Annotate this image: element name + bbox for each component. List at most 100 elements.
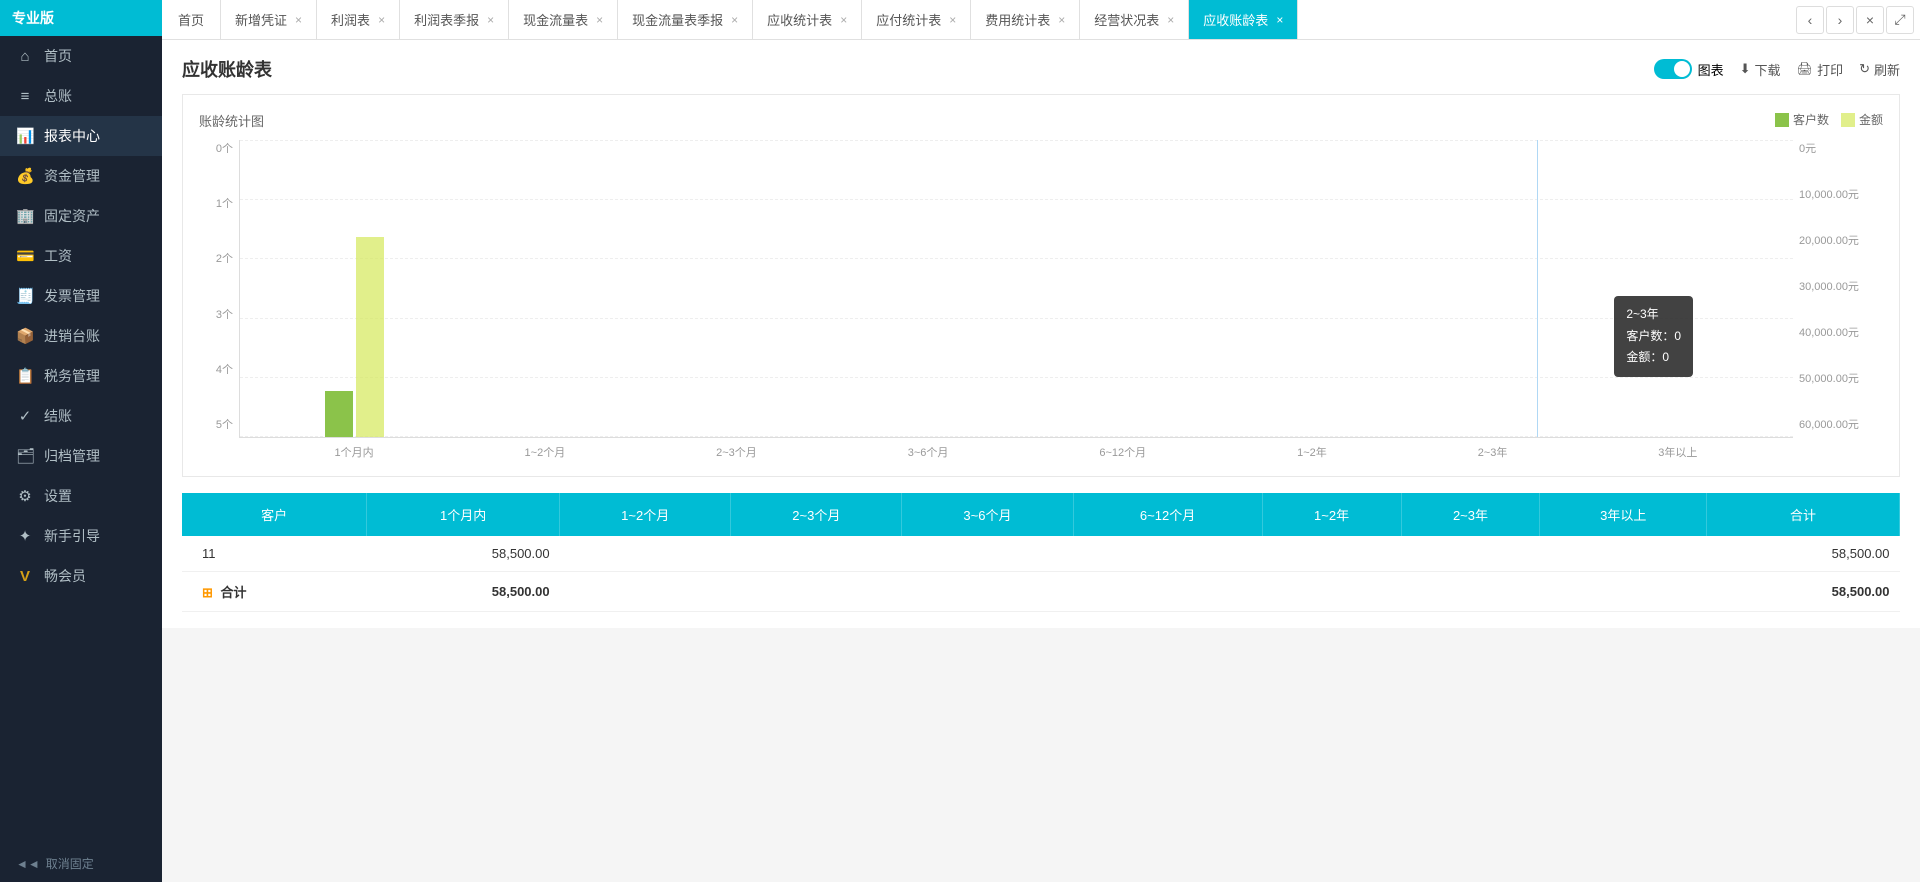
sidebar-item-settings[interactable]: ⚙ 设置 bbox=[0, 476, 162, 516]
sidebar-item-tax[interactable]: 📋 税务管理 bbox=[0, 356, 162, 396]
bar-1m-amount bbox=[356, 237, 384, 437]
td-1m: 58,500.00 bbox=[367, 536, 560, 572]
td-total-label: ⊞ 合计 bbox=[182, 572, 367, 612]
table-header-row: 客户 1个月内 1~2个月 2~3个月 3~6个月 6~12个月 1~2年 2~… bbox=[182, 493, 1900, 536]
sidebar-item-guide-label: 新手引导 bbox=[44, 526, 100, 546]
sidebar-item-salary[interactable]: 💳 工资 bbox=[0, 236, 162, 276]
y-right-50k: 50,000.00元 bbox=[1799, 370, 1859, 386]
tab-close-all-btn[interactable]: × bbox=[1856, 6, 1884, 34]
td-36m bbox=[902, 536, 1073, 572]
tab-profit[interactable]: 利润表 × bbox=[317, 0, 400, 39]
y-axis-right: 60,000.00元 50,000.00元 40,000.00元 30,000.… bbox=[1793, 140, 1883, 460]
sidebar-item-archive[interactable]: 🗂 归档管理 bbox=[0, 436, 162, 476]
th-23m: 2~3个月 bbox=[731, 493, 902, 536]
bars-row bbox=[240, 140, 1793, 437]
sidebar-item-guide[interactable]: ✦ 新手引导 bbox=[0, 516, 162, 556]
tab-receivable-stat[interactable]: 应收统计表 × bbox=[753, 0, 862, 39]
th-612m: 6~12个月 bbox=[1073, 493, 1262, 536]
tab-aging-close[interactable]: × bbox=[1276, 13, 1283, 27]
legend-amount-color bbox=[1841, 113, 1855, 127]
sidebar-item-fund[interactable]: 💰 资金管理 bbox=[0, 156, 162, 196]
tab-receivable-stat-close[interactable]: × bbox=[840, 13, 847, 27]
td-23y bbox=[1401, 536, 1540, 572]
refresh-btn[interactable]: ↻ 刷新 bbox=[1859, 60, 1900, 79]
tab-cashflow[interactable]: 现金流量表 × bbox=[509, 0, 618, 39]
x-label-36m: 3~6个月 bbox=[908, 444, 949, 460]
page-content: 应收账龄表 图表 ⬇ 下载 🖨 打印 bbox=[162, 40, 1920, 882]
download-label: 下载 bbox=[1755, 60, 1781, 79]
tab-profit-quarter[interactable]: 利润表季报 × bbox=[400, 0, 509, 39]
tab-payable-stat[interactable]: 应付统计表 × bbox=[862, 0, 971, 39]
y-right-20k: 20,000.00元 bbox=[1799, 232, 1859, 248]
x-label-12y: 1~2年 bbox=[1297, 444, 1327, 460]
tab-voucher-label: 新增凭证 bbox=[235, 10, 287, 29]
tab-cashflow-quarter[interactable]: 现金流量表季报 × bbox=[618, 0, 753, 39]
th-1m: 1个月内 bbox=[367, 493, 560, 536]
x-label-23y: 2~3年 bbox=[1478, 444, 1508, 460]
legend-amount-label: 金额 bbox=[1859, 111, 1883, 128]
tab-business-label: 经营状况表 bbox=[1094, 10, 1159, 29]
total-icon: ⊞ bbox=[202, 585, 213, 600]
tab-home-label: 首页 bbox=[178, 10, 204, 29]
tab-aging[interactable]: 应收账龄表 × bbox=[1189, 0, 1298, 39]
sidebar-item-settings-label: 设置 bbox=[44, 486, 72, 506]
toggle-track[interactable] bbox=[1654, 59, 1692, 79]
salary-icon: 💳 bbox=[16, 247, 34, 265]
tab-receivable-stat-label: 应收统计表 bbox=[767, 10, 832, 29]
tab-next-btn[interactable]: › bbox=[1826, 6, 1854, 34]
tab-voucher-close[interactable]: × bbox=[295, 13, 302, 27]
tab-bar: 首页 新增凭证 × 利润表 × 利润表季报 × 现金流量表 × 现金流量表季报 … bbox=[162, 0, 1920, 40]
sidebar-logo: 专业版 bbox=[0, 0, 162, 36]
tab-expand-btn[interactable]: ⤢ bbox=[1886, 6, 1914, 34]
download-btn[interactable]: ⬇ 下载 bbox=[1740, 60, 1781, 79]
tab-profit-close[interactable]: × bbox=[378, 13, 385, 27]
th-36m: 3~6个月 bbox=[902, 493, 1073, 536]
td-12y bbox=[1262, 536, 1401, 572]
sidebar-item-home[interactable]: ⌂ 首页 bbox=[0, 36, 162, 76]
sidebar-item-ledger-label: 总账 bbox=[44, 86, 72, 106]
x-label-3yplus: 3年以上 bbox=[1658, 444, 1697, 460]
tab-home[interactable]: 首页 bbox=[162, 0, 221, 39]
td-total-612m bbox=[1073, 572, 1262, 612]
chart-plot: 2~3年 客户数：0 金额：0 1个月内 1~2个月 2~3个月 3~6个月 6… bbox=[239, 140, 1793, 460]
legend-customer-color bbox=[1775, 113, 1789, 127]
tab-payable-stat-close[interactable]: × bbox=[949, 13, 956, 27]
y-left-2: 2个 bbox=[216, 250, 233, 266]
y-right-30k: 30,000.00元 bbox=[1799, 278, 1859, 294]
print-icon: 🖨 bbox=[1797, 61, 1814, 77]
x-label-23m: 2~3个月 bbox=[716, 444, 757, 460]
td-grand-total: 58,500.00 bbox=[1707, 572, 1900, 612]
tab-aging-label: 应收账龄表 bbox=[1203, 10, 1268, 29]
chart-toggle[interactable]: 图表 bbox=[1654, 59, 1724, 79]
sidebar-item-member[interactable]: V 畅会员 bbox=[0, 556, 162, 596]
sidebar-item-report[interactable]: 📊 报表中心 bbox=[0, 116, 162, 156]
y-left-0: 0个 bbox=[216, 140, 233, 156]
y-right-60k: 60,000.00元 bbox=[1799, 416, 1859, 432]
tab-business-close[interactable]: × bbox=[1167, 13, 1174, 27]
print-btn[interactable]: 🖨 打印 bbox=[1797, 60, 1844, 79]
sidebar-item-ledger[interactable]: ≡ 总账 bbox=[0, 76, 162, 116]
tab-prev-btn[interactable]: ‹ bbox=[1796, 6, 1824, 34]
collapse-icon: ◄◄ bbox=[16, 857, 40, 871]
refresh-label: 刷新 bbox=[1874, 60, 1900, 79]
tab-business[interactable]: 经营状况表 × bbox=[1080, 0, 1189, 39]
tab-expense-stat-close[interactable]: × bbox=[1058, 13, 1065, 27]
sidebar-item-invoice[interactable]: 🧾 发票管理 bbox=[0, 276, 162, 316]
sidebar-item-asset-label: 固定资产 bbox=[44, 206, 100, 226]
tab-profit-quarter-close[interactable]: × bbox=[487, 13, 494, 27]
sidebar-item-settle[interactable]: ✓ 结账 bbox=[0, 396, 162, 436]
settle-icon: ✓ bbox=[16, 407, 34, 425]
td-total-3yplus bbox=[1540, 572, 1707, 612]
td-total-12y bbox=[1262, 572, 1401, 612]
tab-cashflow-quarter-close[interactable]: × bbox=[731, 13, 738, 27]
td-12m bbox=[560, 536, 731, 572]
tab-voucher[interactable]: 新增凭证 × bbox=[221, 0, 317, 39]
tab-cashflow-close[interactable]: × bbox=[596, 13, 603, 27]
sidebar-item-stock[interactable]: 📦 进销台账 bbox=[0, 316, 162, 356]
stock-icon: 📦 bbox=[16, 327, 34, 345]
settings-icon: ⚙ bbox=[16, 487, 34, 505]
sidebar-item-asset[interactable]: 🏢 固定资产 bbox=[0, 196, 162, 236]
x-label-612m: 6~12个月 bbox=[1099, 444, 1146, 460]
sidebar-collapse-btn[interactable]: ◄◄ 取消固定 bbox=[0, 845, 162, 882]
tab-expense-stat[interactable]: 费用统计表 × bbox=[971, 0, 1080, 39]
